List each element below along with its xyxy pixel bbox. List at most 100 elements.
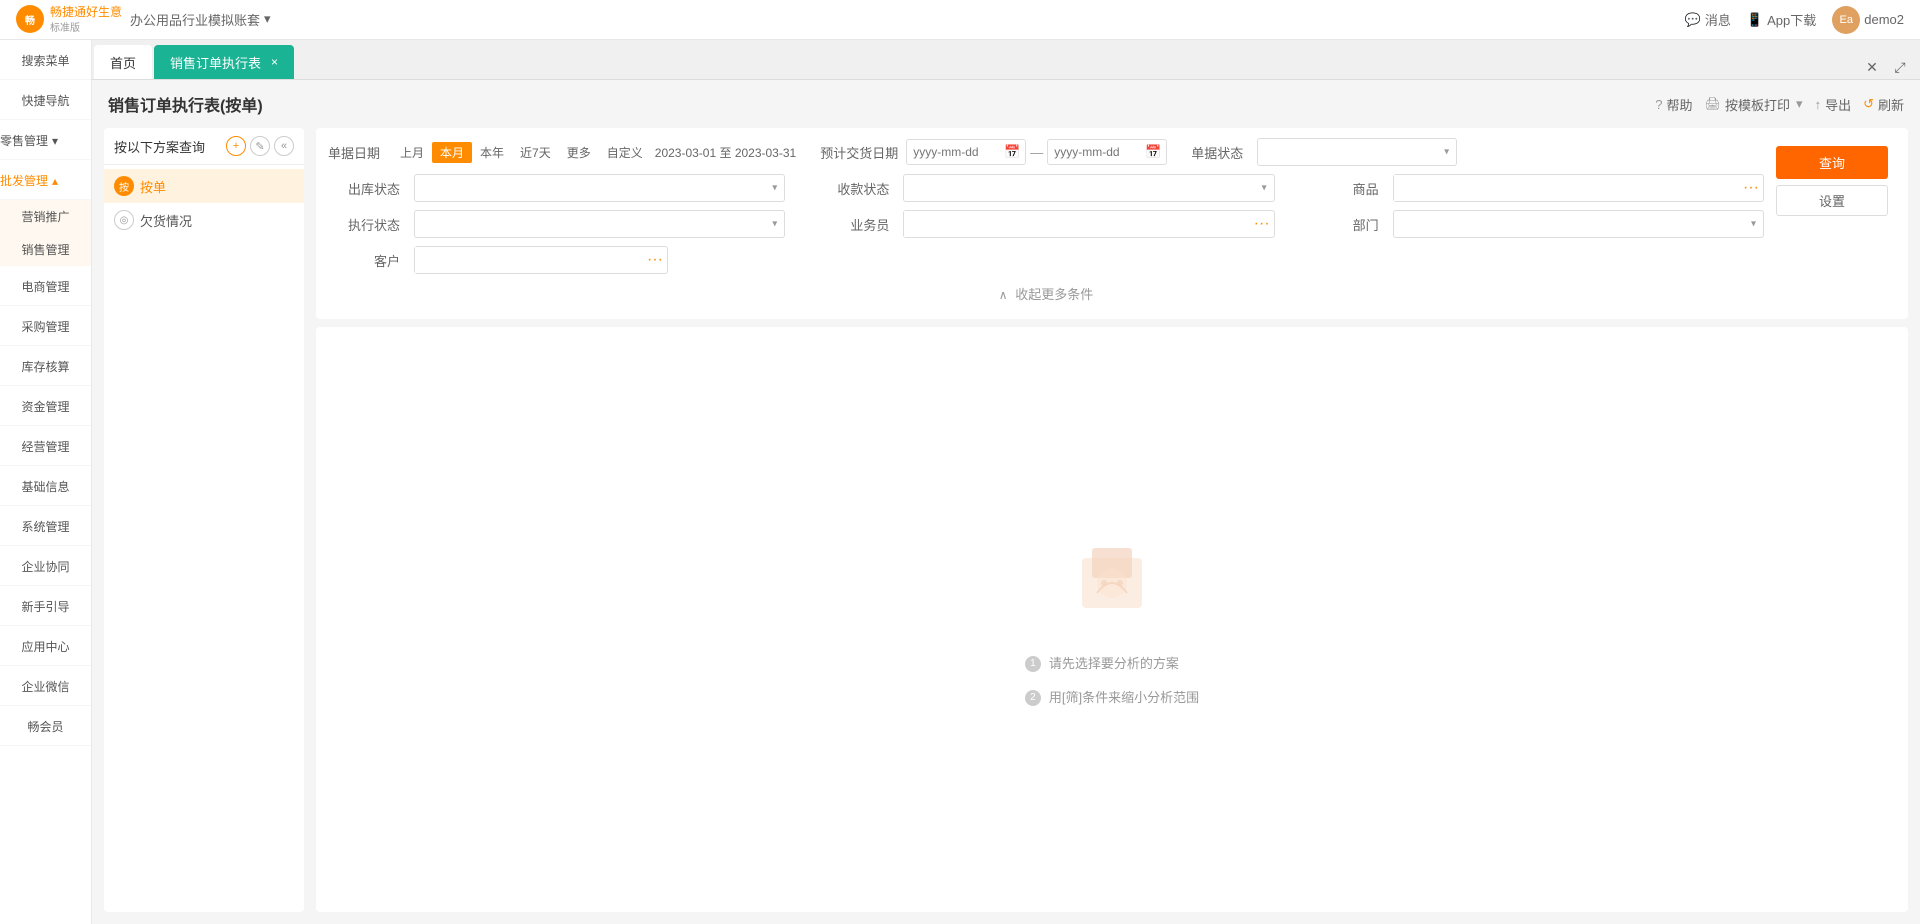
date-tab-last-month[interactable]: 上月 bbox=[392, 142, 432, 163]
sidebar-item-quick-nav[interactable]: 快捷导航 bbox=[0, 80, 91, 120]
customer-input[interactable] bbox=[415, 247, 643, 273]
sidebar-item-search-menu[interactable]: 搜索菜单 bbox=[0, 40, 91, 80]
scheme-collapse-button[interactable]: « bbox=[274, 136, 294, 156]
date-start-wrap: 📅 bbox=[906, 139, 1026, 165]
export-icon: ↑ bbox=[1815, 97, 1822, 112]
payment-status-select[interactable] bbox=[903, 174, 1274, 202]
goods-input[interactable] bbox=[1394, 175, 1739, 201]
department-select[interactable] bbox=[1393, 210, 1764, 238]
main-area: 搜索菜单 快捷导航 零售管理 ▾ 批发管理 ▴ 营销推广 bbox=[0, 40, 1920, 924]
export-button[interactable]: ↑ 导出 bbox=[1815, 95, 1852, 114]
page-title: 销售订单执行表(按单) bbox=[108, 92, 263, 116]
print-dropdown-arrow-icon[interactable]: ▾ bbox=[1796, 96, 1803, 112]
empty-tip-row-1: 1 请先选择要分析的方案 bbox=[1025, 651, 1199, 677]
sidebar-item-corp-wechat[interactable]: 企业微信 bbox=[0, 666, 91, 706]
scheme-item-by-order[interactable]: 按 按单 bbox=[104, 169, 304, 203]
scheme-panel: 按以下方案查询 + ✎ « bbox=[104, 128, 304, 912]
sidebar-item-corp-collab[interactable]: 企业协同 bbox=[0, 546, 91, 586]
refresh-button[interactable]: ↺ 刷新 bbox=[1863, 95, 1904, 114]
tab-expand-button[interactable]: ⤢ bbox=[1888, 55, 1912, 79]
logo-title: 畅捷通好生意 bbox=[50, 5, 122, 19]
order-status-select-wrap: ▾ bbox=[1257, 138, 1457, 166]
query-button[interactable]: 查询 bbox=[1776, 146, 1888, 179]
tip-1-number: 1 bbox=[1025, 656, 1041, 672]
date-end-calendar-icon[interactable]: 📅 bbox=[1145, 144, 1161, 160]
scheme-add-button[interactable]: + bbox=[226, 136, 246, 156]
sidebar-item-sys-mgmt[interactable]: 系统管理 bbox=[0, 506, 91, 546]
customer-label: 客户 bbox=[328, 251, 408, 270]
collapse-icon: ∧ bbox=[999, 288, 1008, 302]
date-tab-this-year[interactable]: 本年 bbox=[472, 142, 512, 163]
search-filter-card: 单据日期 上月 本月 本年 近7天 更多 自定义 bbox=[316, 128, 1908, 319]
tab-home[interactable]: 首页 bbox=[94, 45, 152, 79]
scheme-edit-icon: ✎ bbox=[255, 140, 264, 153]
goods-dots-icon[interactable]: ··· bbox=[1739, 179, 1763, 197]
avatar-text: Ea bbox=[1840, 14, 1853, 26]
sidebar-item-app-center[interactable]: 应用中心 bbox=[0, 626, 91, 666]
app-download-button[interactable]: 📱 App下载 bbox=[1747, 10, 1816, 29]
settings-button[interactable]: 设置 bbox=[1776, 185, 1888, 216]
empty-tips: 1 请先选择要分析的方案 2 用[筛]条件来缩小分析范围 bbox=[1025, 651, 1199, 711]
print-label: 按模板打印 bbox=[1725, 95, 1790, 114]
tab-sales-exec[interactable]: 销售订单执行表 × bbox=[154, 45, 294, 79]
date-start-calendar-icon[interactable]: 📅 bbox=[1004, 144, 1020, 160]
message-button[interactable]: 💬 消息 bbox=[1685, 10, 1731, 29]
sidebar-item-purchase-mgmt[interactable]: 采购管理 bbox=[0, 306, 91, 346]
help-button[interactable]: ? 帮助 bbox=[1655, 95, 1692, 114]
scheme-edit-button[interactable]: ✎ bbox=[250, 136, 270, 156]
scheme-item-by-order-icon: 按 bbox=[114, 176, 134, 196]
date-tab-more[interactable]: 更多 bbox=[559, 142, 599, 163]
page-header: 销售订单执行表(按单) ? 帮助 🖨 按模板打印 ▾ ↑ bbox=[92, 80, 1920, 116]
sidebar-item-ecommerce-mgmt[interactable]: 电商管理 bbox=[0, 266, 91, 306]
avatar: Ea bbox=[1832, 6, 1860, 34]
exec-status-select[interactable] bbox=[414, 210, 785, 238]
tab-close-button[interactable]: ✕ bbox=[1860, 55, 1884, 79]
wholesale-mgmt-label: 批发管理 bbox=[0, 172, 48, 189]
scheme-panel-title: 按以下方案查询 bbox=[114, 137, 205, 156]
sidebar-sub-item-marketing[interactable]: 营销推广 bbox=[0, 200, 91, 233]
logo-area: 畅 畅捷通好生意 标准版 bbox=[16, 5, 122, 34]
content-area: 首页 销售订单执行表 × ✕ ⤢ 销售订单执行表(按单) bbox=[92, 40, 1920, 924]
filter-field-salesperson: 业务员 ··· bbox=[817, 210, 1274, 238]
order-status-label: 单据状态 bbox=[1191, 143, 1251, 162]
filter-field-order-status: 单据状态 ▾ bbox=[1191, 138, 1457, 166]
sidebar-item-biz-mgmt[interactable]: 经营管理 bbox=[0, 426, 91, 466]
date-tab-last7days[interactable]: 近7天 bbox=[512, 142, 559, 163]
goods-label: 商品 bbox=[1307, 179, 1387, 198]
tab-close-icon[interactable]: × bbox=[271, 55, 278, 69]
sidebar-item-wholesale-mgmt[interactable]: 批发管理 ▴ bbox=[0, 160, 91, 200]
sidebar-item-finance-mgmt[interactable]: 资金管理 bbox=[0, 386, 91, 426]
collapse-row[interactable]: ∧ 收起更多条件 bbox=[328, 278, 1764, 309]
shipment-status-select[interactable] bbox=[414, 174, 785, 202]
sidebar-item-retail-mgmt[interactable]: 零售管理 ▾ bbox=[0, 120, 91, 160]
sidebar-item-basic-info[interactable]: 基础信息 bbox=[0, 466, 91, 506]
date-tab-custom[interactable]: 自定义 bbox=[599, 142, 651, 163]
print-button[interactable]: 🖨 按模板打印 ▾ bbox=[1705, 95, 1803, 114]
sidebar-item-inventory-mgmt[interactable]: 库存核算 bbox=[0, 346, 91, 386]
date-tab-this-month[interactable]: 本月 bbox=[432, 142, 472, 163]
sidebar-item-member[interactable]: 畅会员 bbox=[0, 706, 91, 746]
tab-bar-actions: ✕ ⤢ bbox=[1860, 55, 1920, 79]
top-bar-right: 💬 消息 📱 App下载 Ea demo2 bbox=[1685, 6, 1904, 34]
breadcrumb[interactable]: 办公用品行业模拟账套 ▾ bbox=[130, 10, 271, 29]
sidebar-sub-item-sales-mgmt[interactable]: 销售管理 bbox=[0, 233, 91, 266]
order-status-select[interactable] bbox=[1257, 138, 1457, 166]
marketing-label: 营销推广 bbox=[21, 210, 69, 224]
member-label: 畅会员 bbox=[0, 718, 91, 735]
wholesale-mgmt-arrow-icon: ▴ bbox=[52, 174, 58, 188]
empty-state: 1 请先选择要分析的方案 2 用[筛]条件来缩小分析范围 bbox=[1025, 327, 1199, 912]
top-bar: 畅 畅捷通好生意 标准版 办公用品行业模拟账套 ▾ 💬 消息 📱 App下载 bbox=[0, 0, 1920, 40]
customer-dots-icon[interactable]: ··· bbox=[643, 251, 667, 269]
scheme-item-by-debt[interactable]: ◎ 欠货情况 bbox=[104, 203, 304, 237]
filter-row-3: 执行状态 ▾ bbox=[328, 210, 1764, 238]
sidebar-item-new-guide[interactable]: 新手引导 bbox=[0, 586, 91, 626]
user-menu[interactable]: Ea demo2 bbox=[1832, 6, 1904, 34]
date-range-inputs: 📅 — 📅 bbox=[906, 139, 1167, 165]
wholesale-submenu: 营销推广 销售管理 bbox=[0, 200, 91, 266]
salesperson-dots-icon[interactable]: ··· bbox=[1250, 215, 1274, 233]
exec-status-select-wrap: ▾ bbox=[414, 210, 785, 238]
salesperson-input[interactable] bbox=[904, 211, 1249, 237]
single-date-label: 单据日期 bbox=[328, 143, 388, 162]
customer-input-wrap: ··· bbox=[414, 246, 668, 274]
filter-and-content: 按以下方案查询 + ✎ « bbox=[92, 116, 1920, 924]
